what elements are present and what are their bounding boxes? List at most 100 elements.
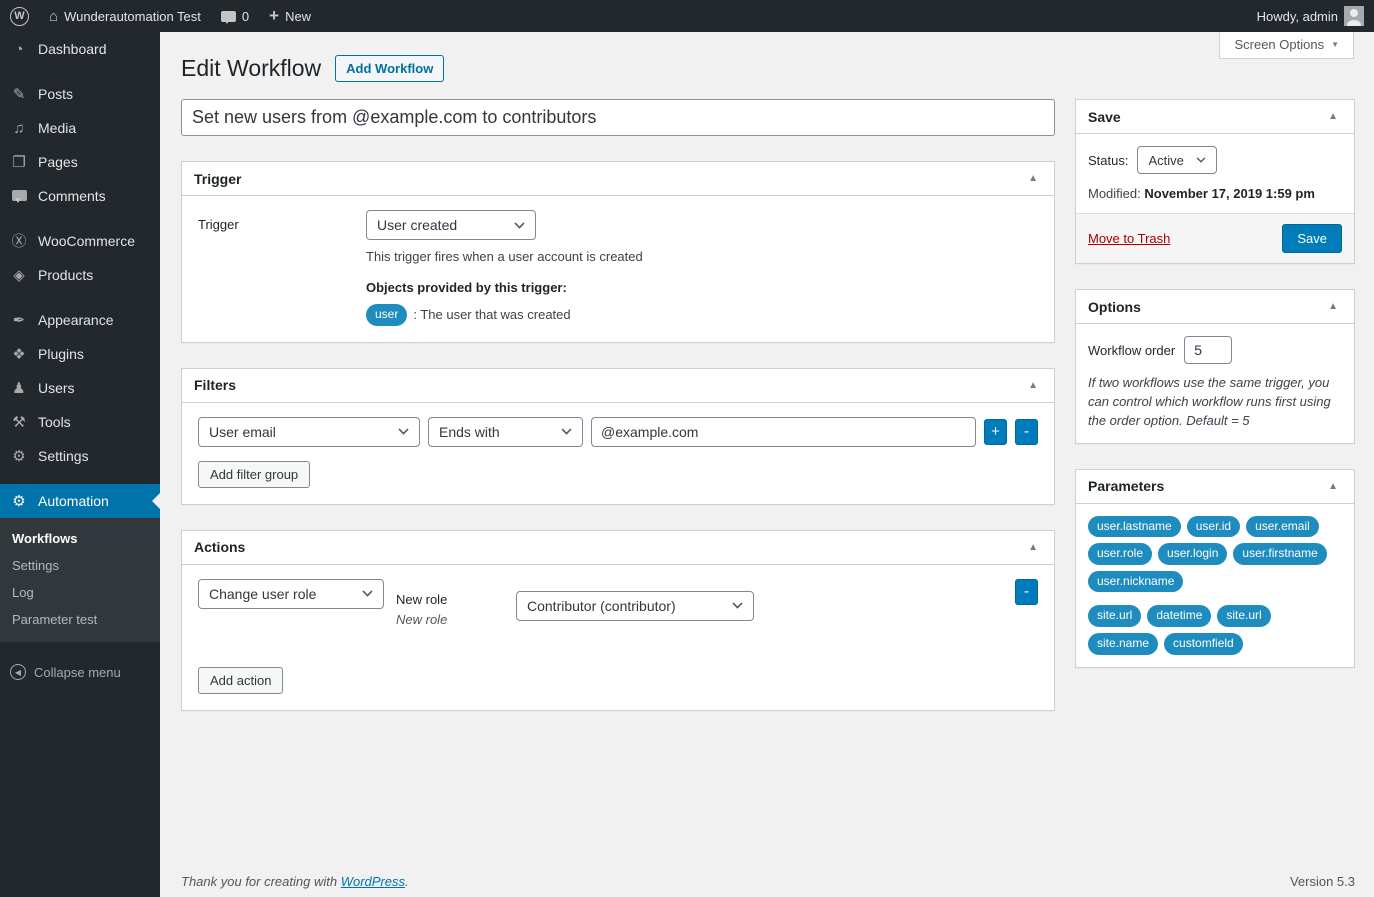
sidebar-item-woocommerce[interactable]: Ⓧ WooCommerce xyxy=(0,224,160,258)
menu-separator xyxy=(0,213,160,224)
collapse-menu-label: Collapse menu xyxy=(34,665,121,680)
save-panel: Save ▲ Status: Active Modified: November… xyxy=(1075,99,1355,264)
parameter-pill[interactable]: user.login xyxy=(1158,543,1227,565)
footer-thanks: Thank you for creating with WordPress. xyxy=(181,874,409,889)
add-action-button[interactable]: Add action xyxy=(198,667,283,694)
submenu-item-log[interactable]: Log xyxy=(0,579,160,606)
sidebar-item-label: Dashboard xyxy=(38,41,107,57)
collapse-menu-button[interactable]: ◀ Collapse menu xyxy=(0,654,160,690)
chevron-down-icon xyxy=(1196,157,1206,163)
trigger-field-label: Trigger xyxy=(198,210,366,232)
sidebar-item-label: Plugins xyxy=(38,346,84,362)
collapse-arrow-icon: ◀ xyxy=(10,664,26,680)
comment-count: 0 xyxy=(242,9,249,24)
sidebar-item-appearance[interactable]: ✒ Appearance xyxy=(0,303,160,337)
tools-icon: ⚒ xyxy=(9,415,29,430)
parameter-pill[interactable]: user.role xyxy=(1088,543,1152,565)
sidebar-item-label: WooCommerce xyxy=(38,233,135,249)
chevron-up-icon: ▲ xyxy=(1028,173,1038,184)
parameter-pill[interactable]: user.id xyxy=(1187,516,1240,538)
sidebar-item-tools[interactable]: ⚒ Tools xyxy=(0,405,160,439)
workflow-title-input[interactable] xyxy=(181,99,1055,136)
plus-icon: + xyxy=(269,7,279,24)
parameter-pill[interactable]: user.lastname xyxy=(1088,516,1181,538)
action-type-select[interactable]: Change user role xyxy=(198,579,384,609)
menu-separator xyxy=(0,292,160,303)
account-menu[interactable]: Howdy, admin xyxy=(1247,0,1374,32)
new-content-menu[interactable]: + New xyxy=(259,0,321,32)
submenu-item-workflows[interactable]: Workflows xyxy=(0,525,160,552)
new-role-label: New role xyxy=(396,592,504,607)
sidebar-item-settings[interactable]: ⚙ Settings xyxy=(0,439,160,473)
move-to-trash-link[interactable]: Move to Trash xyxy=(1088,231,1170,246)
new-role-select[interactable]: Contributor (contributor) xyxy=(516,591,754,621)
sidebar-item-media[interactable]: ♫ Media xyxy=(0,111,160,145)
chevron-up-icon: ▲ xyxy=(1328,301,1338,312)
trigger-select[interactable]: User created xyxy=(366,210,536,240)
action-type-value: Change user role xyxy=(209,586,316,602)
user-parameters-group: user.lastname user.id user.email user.ro… xyxy=(1088,516,1342,593)
submenu-item-parameter-test[interactable]: Parameter test xyxy=(0,606,160,633)
status-select[interactable]: Active xyxy=(1137,146,1217,174)
save-button[interactable]: Save xyxy=(1282,224,1342,253)
add-filter-group-button[interactable]: Add filter group xyxy=(198,461,310,488)
sidebar-item-users[interactable]: ♟ Users xyxy=(0,371,160,405)
sidebar-item-automation[interactable]: ⚙ Automation xyxy=(0,484,160,518)
actions-panel: Actions ▲ Change user role New role New … xyxy=(181,530,1055,711)
parameters-panel-toggle[interactable]: ▲ xyxy=(1324,479,1342,494)
trigger-panel-toggle[interactable]: ▲ xyxy=(1024,171,1042,186)
sidebar-item-comments[interactable]: Comments xyxy=(0,179,160,213)
parameter-pill[interactable]: user.firstname xyxy=(1233,543,1326,565)
comments-menu[interactable]: 0 xyxy=(211,0,259,32)
filter-field-select[interactable]: User email xyxy=(198,417,420,447)
wordpress-menu[interactable]: W xyxy=(0,0,39,32)
parameter-pill[interactable]: site.url xyxy=(1088,605,1141,627)
parameter-pill[interactable]: datetime xyxy=(1147,605,1211,627)
save-panel-toggle[interactable]: ▲ xyxy=(1324,109,1342,124)
parameters-panel: Parameters ▲ user.lastname user.id user.… xyxy=(1075,469,1355,668)
filter-value-input[interactable] xyxy=(591,417,976,447)
options-panel-toggle[interactable]: ▲ xyxy=(1324,299,1342,314)
submenu-item-settings[interactable]: Settings xyxy=(0,552,160,579)
workflow-order-label: Workflow order xyxy=(1088,343,1175,358)
parameter-pill[interactable]: customfield xyxy=(1164,633,1243,655)
sidebar-item-pages[interactable]: ❐ Pages xyxy=(0,145,160,179)
parameter-pill[interactable]: user.nickname xyxy=(1088,571,1183,593)
save-panel-title: Save xyxy=(1088,109,1121,125)
comments-icon xyxy=(9,189,29,204)
parameter-pill[interactable]: user.email xyxy=(1246,516,1319,538)
site-menu[interactable]: ⌂ Wunderautomation Test xyxy=(39,0,211,32)
sidebar-item-plugins[interactable]: ❖ Plugins xyxy=(0,337,160,371)
wordpress-logo-icon: W xyxy=(10,7,29,26)
appearance-icon: ✒ xyxy=(9,313,29,328)
filters-panel: Filters ▲ User email Ends with xyxy=(181,368,1055,505)
sidebar-item-label: Tools xyxy=(38,414,71,430)
chevron-up-icon: ▲ xyxy=(1328,111,1338,122)
users-icon: ♟ xyxy=(9,381,29,396)
sidebar-item-label: Pages xyxy=(38,154,78,170)
footer-thanks-text: Thank you for creating with xyxy=(181,874,337,889)
filter-operator-select[interactable]: Ends with xyxy=(428,417,583,447)
trigger-panel: Trigger ▲ Trigger User created This trig… xyxy=(181,161,1055,343)
footer-period: . xyxy=(405,874,409,889)
sidebar-item-posts[interactable]: ✎ Posts xyxy=(0,77,160,111)
actions-panel-toggle[interactable]: ▲ xyxy=(1024,540,1042,555)
parameter-pill[interactable]: site.name xyxy=(1088,633,1158,655)
remove-action-button[interactable]: - xyxy=(1015,579,1038,605)
wordpress-link[interactable]: WordPress xyxy=(341,874,405,889)
options-panel: Options ▲ Workflow order If two workflow… xyxy=(1075,289,1355,444)
add-workflow-button[interactable]: Add Workflow xyxy=(335,55,444,82)
remove-filter-button[interactable]: - xyxy=(1015,419,1038,445)
sidebar-item-products[interactable]: ◈ Products xyxy=(0,258,160,292)
parameter-pill[interactable]: site.url xyxy=(1217,605,1270,627)
screen-options-tab[interactable]: Screen Options ▼ xyxy=(1219,32,1354,59)
woocommerce-icon: Ⓧ xyxy=(9,234,29,249)
add-filter-button[interactable]: + xyxy=(984,419,1007,445)
workflow-order-input[interactable] xyxy=(1184,336,1232,364)
screen-options-label: Screen Options xyxy=(1234,37,1324,52)
site-parameters-group: site.url datetime site.url site.name cus… xyxy=(1088,605,1342,654)
comment-bubble-icon xyxy=(221,11,236,22)
filters-panel-toggle[interactable]: ▲ xyxy=(1024,378,1042,393)
sidebar-item-dashboard[interactable]: ◔ Dashboard xyxy=(0,32,160,66)
sidebar-item-label: Settings xyxy=(38,448,89,464)
